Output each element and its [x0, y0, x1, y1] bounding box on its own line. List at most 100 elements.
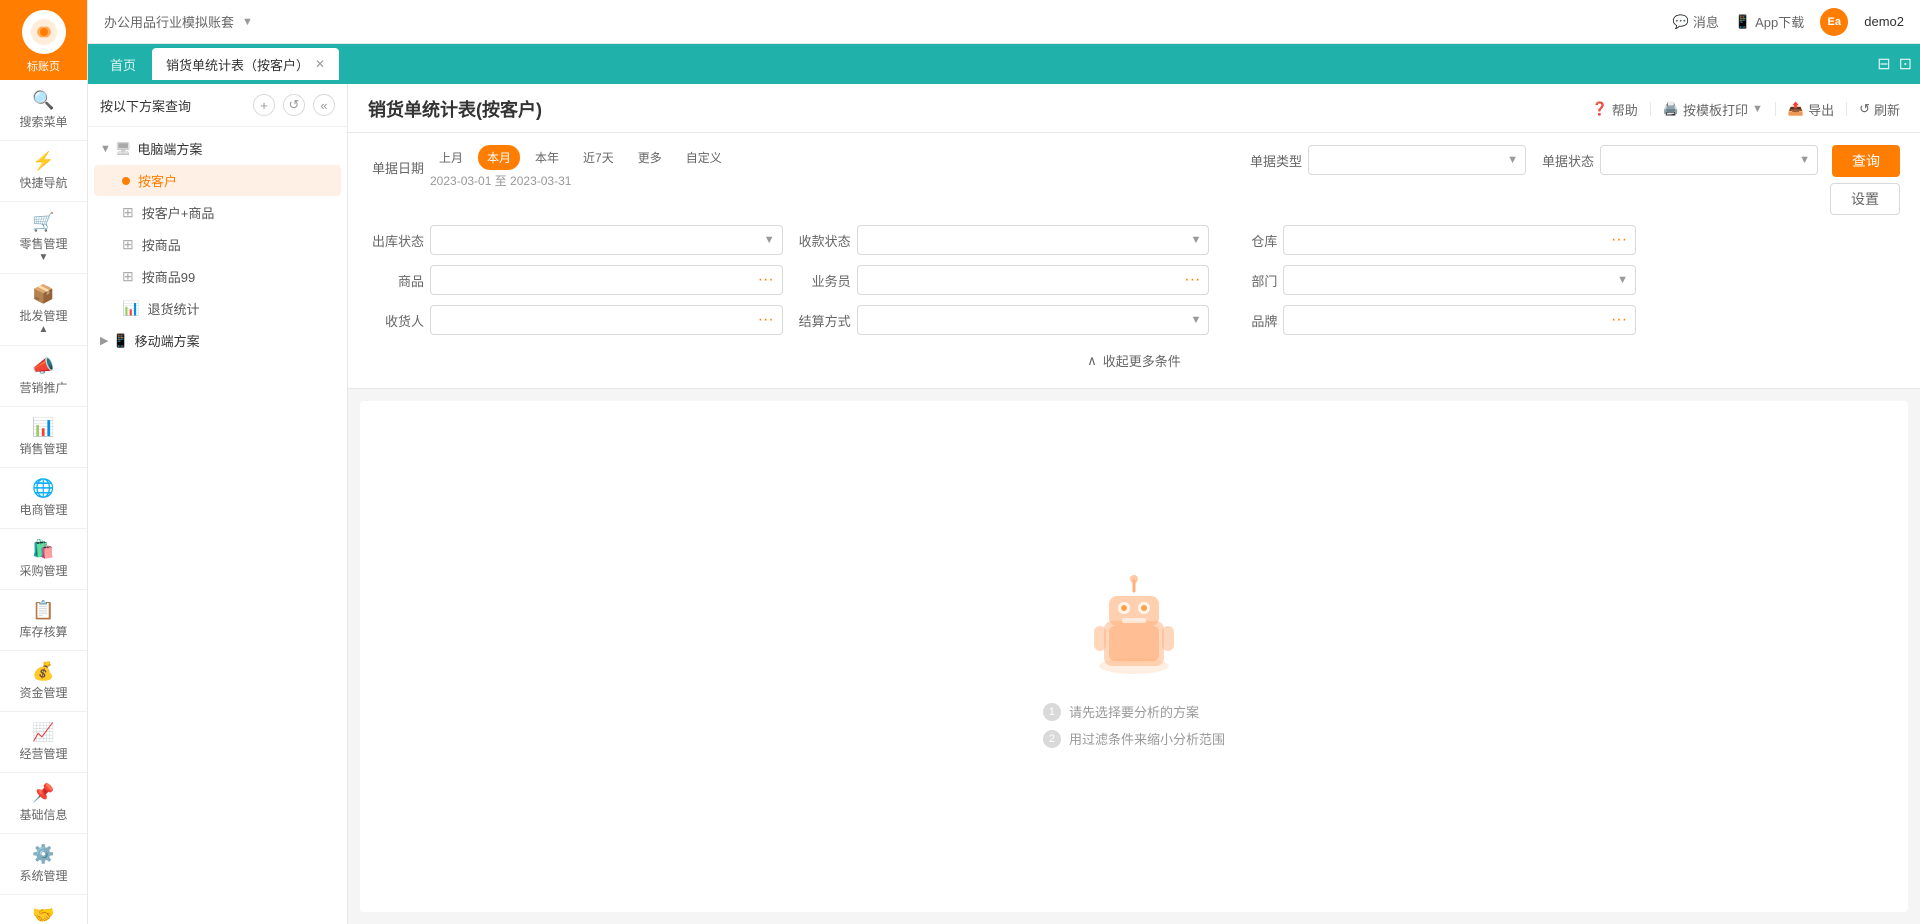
- sidebar-item-enterprise[interactable]: 🤝 企业协同: [0, 895, 87, 924]
- date-btn-7days[interactable]: 近7天: [574, 145, 623, 170]
- sidebar-item-label: 库存核算: [19, 623, 67, 640]
- message-icon: 💬: [1673, 14, 1689, 30]
- action-btn-group: 查询 设置: [1830, 145, 1900, 215]
- out-status-label: 出库状态: [368, 231, 424, 250]
- pay-status-select[interactable]: [857, 225, 1210, 255]
- sales-icon: 📊: [32, 417, 54, 438]
- schema-item-by-goods[interactable]: ⊞ 按商品: [94, 229, 341, 260]
- help-btn[interactable]: ❓ 帮助: [1592, 100, 1638, 119]
- page-actions: ❓ 帮助 🖨️ 按模板打印 ▼ 📤 导出: [1592, 100, 1900, 119]
- sidebar-item-inventory[interactable]: 📋 库存核算: [0, 590, 87, 651]
- date-label: 单据日期: [368, 158, 424, 177]
- operations-icon: 📈: [32, 722, 54, 743]
- sidebar-item-marketing[interactable]: 📣 营销推广: [0, 346, 87, 407]
- brand-input[interactable]: ···: [1283, 305, 1636, 335]
- warehouse-input[interactable]: ···: [1283, 225, 1636, 255]
- sidebar-item-ecommerce[interactable]: 🌐 电商管理: [0, 468, 87, 529]
- sidebar-item-label: 采购管理: [19, 562, 67, 579]
- sidebar-item-sales[interactable]: 📊 销售管理: [0, 407, 87, 468]
- add-schema-btn[interactable]: +: [253, 94, 275, 116]
- print-btn[interactable]: 🖨️ 按模板打印 ▼: [1663, 100, 1763, 119]
- doc-type-select[interactable]: [1308, 145, 1526, 175]
- schema-group-mobile: ▶ 📱 移动端方案: [88, 325, 347, 356]
- print-icon: 🖨️: [1663, 101, 1679, 117]
- refresh-btn[interactable]: ↺ 刷新: [1859, 100, 1900, 119]
- date-btn-this-month[interactable]: 本月: [478, 145, 520, 170]
- date-btn-this-year[interactable]: 本年: [526, 145, 568, 170]
- date-range-text: 2023-03-01 至 2023-03-31: [430, 172, 731, 189]
- sidebar-item-search[interactable]: 🔍 搜索菜单: [0, 80, 87, 141]
- purchase-icon: 🛍️: [32, 539, 54, 560]
- settle-method-select[interactable]: [857, 305, 1210, 335]
- schema-group-desktop-header[interactable]: ▼ 🖥 电脑端方案: [88, 133, 347, 164]
- main-area: 办公用品行业模拟账套 ▼ 💬 消息 📱 App下载 Ea demo2 首页 销货…: [88, 0, 1920, 924]
- tab-minimize-icon[interactable]: ⊟: [1877, 54, 1890, 74]
- sidebar-item-purchase[interactable]: 🛍️ 采购管理: [0, 529, 87, 590]
- salesperson-dots-icon: ···: [1184, 271, 1200, 289]
- collapse-panel-btn[interactable]: «: [313, 94, 335, 116]
- mobile-group-label: 移动端方案: [135, 331, 200, 350]
- sidebar-item-retail[interactable]: 🛒 零售管理 ▼: [0, 202, 87, 274]
- date-btn-custom[interactable]: 自定义: [677, 145, 731, 170]
- export-btn[interactable]: 📤 导出: [1788, 100, 1834, 119]
- consignee-dots-icon: ···: [758, 311, 774, 329]
- tab-sales-stat[interactable]: 销货单统计表（按客户） ✕: [152, 48, 339, 80]
- schema-group-mobile-header[interactable]: ▶ 📱 移动端方案: [88, 325, 347, 356]
- sidebar-item-wholesale[interactable]: 📦 批发管理 ▲: [0, 274, 87, 346]
- settings-btn[interactable]: 设置: [1830, 183, 1900, 215]
- empty-tip-1: 1 请先选择要分析的方案: [1043, 702, 1225, 721]
- doc-status-select-wrapper: ▼: [1600, 145, 1818, 175]
- collapse-filter-btn[interactable]: ∧ 收起更多条件: [1067, 345, 1201, 376]
- ecommerce-icon: 🌐: [32, 478, 54, 499]
- sidebar-item-basic[interactable]: 📌 基础信息: [0, 773, 87, 834]
- date-btn-more[interactable]: 更多: [629, 145, 671, 170]
- schema-item-by-goods-99[interactable]: ⊞ 按商品99: [94, 261, 341, 292]
- dept-select-wrapper: ▼: [1283, 265, 1636, 295]
- right-panel: 销货单统计表(按客户) ❓ 帮助 🖨️ 按模板打印 ▼ 📤: [348, 84, 1920, 924]
- app-download-btn[interactable]: 📱 App下载: [1735, 12, 1804, 31]
- sidebar-item-label: 系统管理: [19, 867, 67, 884]
- return-stat-icon: 📊: [122, 300, 139, 317]
- sales-stat-tab-label: 销货单统计表（按客户）: [166, 55, 309, 74]
- out-status-select[interactable]: [430, 225, 783, 255]
- divider-3: [1846, 102, 1847, 116]
- collapse-label: 收起更多条件: [1103, 351, 1181, 370]
- tab-close-icon[interactable]: ✕: [315, 57, 325, 71]
- goods-input[interactable]: ···: [430, 265, 783, 295]
- refresh-schema-btn[interactable]: ↺: [283, 94, 305, 116]
- salesperson-input[interactable]: ···: [857, 265, 1210, 295]
- download-icon: 📱: [1735, 14, 1751, 30]
- schema-item-by-customer-goods[interactable]: ⊞ 按客户+商品: [94, 197, 341, 228]
- title-dropdown-icon[interactable]: ▼: [242, 16, 253, 28]
- sidebar-item-finance[interactable]: 💰 资金管理: [0, 651, 87, 712]
- tip-text-2: 用过滤条件来缩小分析范围: [1069, 729, 1225, 748]
- desktop-folder-icon: 🖥: [115, 141, 132, 157]
- query-btn[interactable]: 查询: [1832, 145, 1900, 177]
- print-label: 按模板打印: [1683, 100, 1748, 119]
- filter-area: 单据日期 上月 本月 本年 近7天 更多 自定义 2023-03-01 至 20…: [348, 133, 1920, 389]
- sidebar-item-quicknav[interactable]: ⚡ 快捷导航: [0, 141, 87, 202]
- user-avatar[interactable]: Ea: [1820, 8, 1848, 36]
- schema-item-return-stat[interactable]: 📊 退货统计: [94, 293, 341, 324]
- sidebar-item-label: 批发管理: [19, 307, 67, 324]
- schema-item-label: 按客户+商品: [142, 203, 215, 222]
- tab-bar-actions: ⊟ ⊡: [1877, 54, 1912, 74]
- doc-status-select[interactable]: [1600, 145, 1818, 175]
- print-dropdown-icon[interactable]: ▼: [1752, 103, 1763, 115]
- schema-item-by-customer[interactable]: 按客户: [94, 165, 341, 196]
- messages-btn[interactable]: 💬 消息: [1673, 12, 1719, 31]
- basic-icon: 📌: [32, 783, 54, 804]
- tab-maximize-icon[interactable]: ⊡: [1899, 54, 1912, 74]
- sidebar-item-label: 经营管理: [19, 745, 67, 762]
- sidebar-item-system[interactable]: ⚙️ 系统管理: [0, 834, 87, 895]
- refresh-label: 刷新: [1874, 100, 1900, 119]
- consignee-input[interactable]: ···: [430, 305, 783, 335]
- tip-text-1: 请先选择要分析的方案: [1069, 702, 1199, 721]
- divider-1: [1650, 102, 1651, 116]
- tab-home[interactable]: 首页: [96, 48, 150, 80]
- dept-select[interactable]: [1283, 265, 1636, 295]
- retail-expand-arrow: ▼: [39, 252, 49, 263]
- brand-dots-icon: ···: [1611, 311, 1627, 329]
- sidebar-item-operations[interactable]: 📈 经营管理: [0, 712, 87, 773]
- date-btn-last-month[interactable]: 上月: [430, 145, 472, 170]
